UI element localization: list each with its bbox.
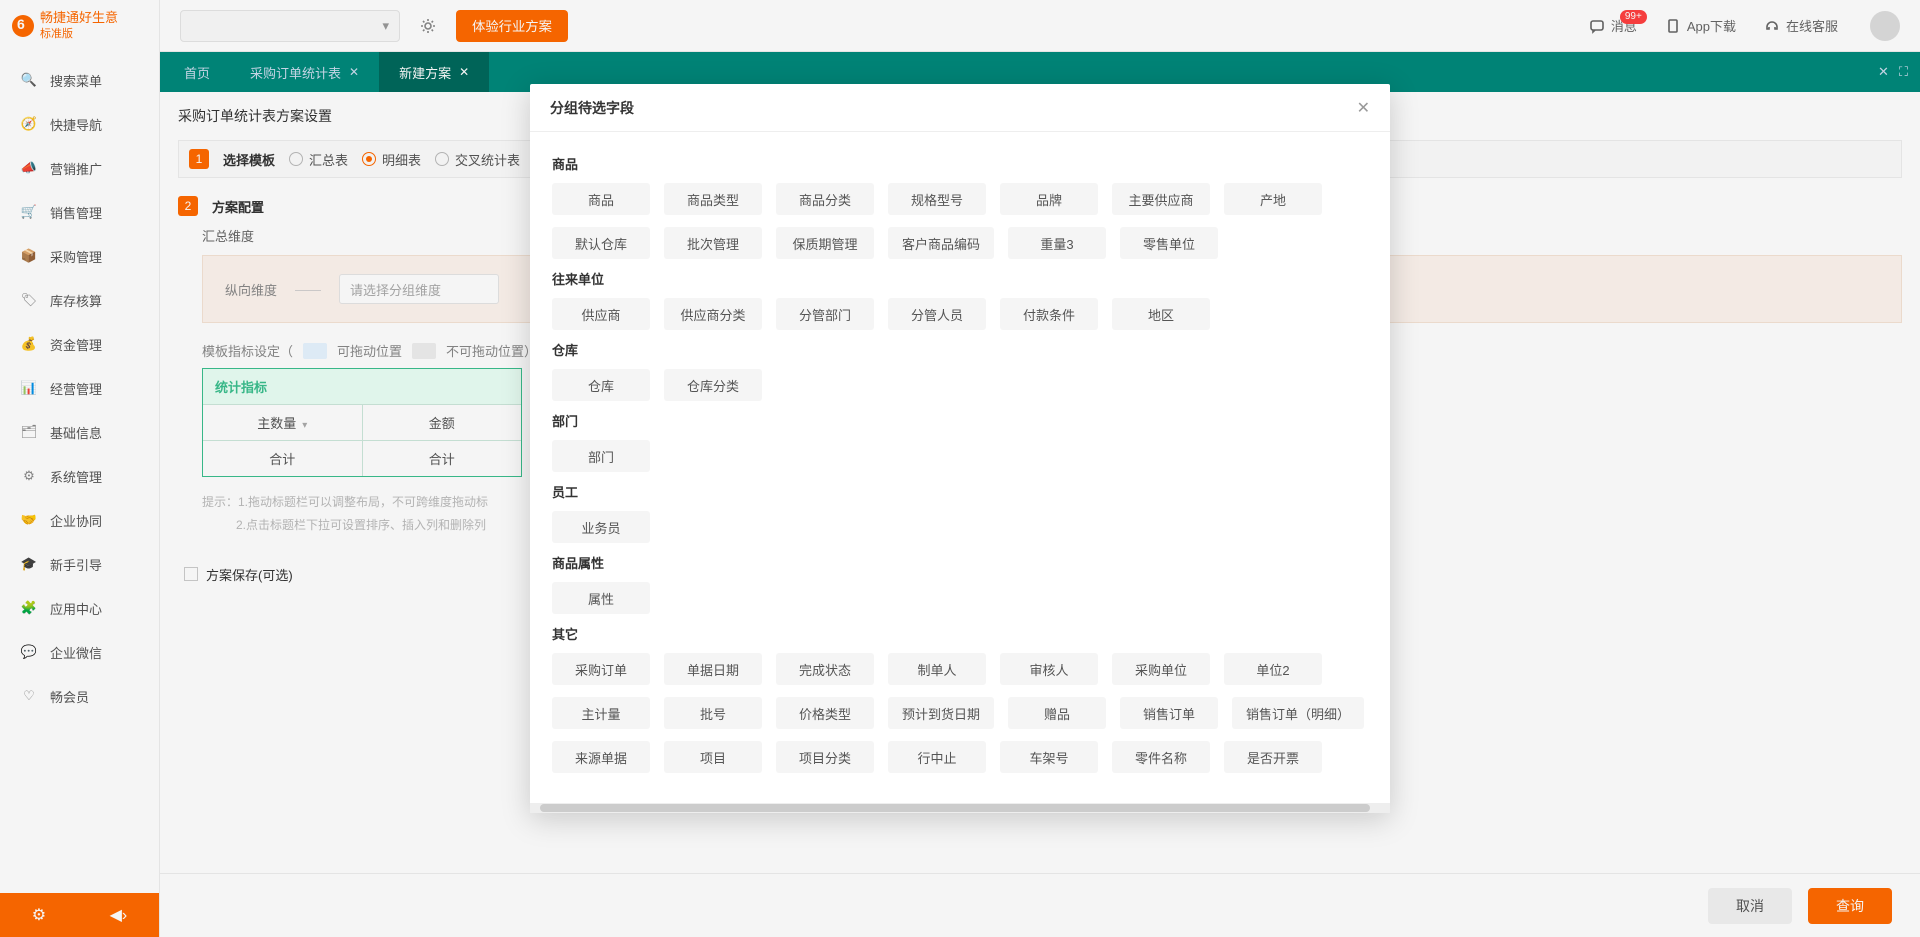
group-title: 往来单位 — [552, 269, 1368, 288]
field-chip[interactable]: 客户商品编码 — [888, 227, 994, 259]
horizontal-scrollbar[interactable] — [530, 803, 1390, 813]
field-group: 商品属性属性 — [552, 553, 1368, 614]
field-chip[interactable]: 项目分类 — [776, 741, 874, 773]
field-chip[interactable]: 仓库分类 — [664, 369, 762, 401]
field-chip[interactable]: 默认仓库 — [552, 227, 650, 259]
field-chip[interactable]: 审核人 — [1000, 653, 1098, 685]
field-group: 商品商品商品类型商品分类规格型号品牌主要供应商产地默认仓库批次管理保质期管理客户… — [552, 154, 1368, 259]
field-chip[interactable]: 销售订单（明细） — [1232, 697, 1364, 729]
field-chip[interactable]: 行中止 — [888, 741, 986, 773]
modal-header: 分组待选字段 ✕ — [530, 84, 1390, 132]
field-chip[interactable]: 制单人 — [888, 653, 986, 685]
field-group: 部门部门 — [552, 411, 1368, 472]
field-chip[interactable]: 商品 — [552, 183, 650, 215]
group-title: 仓库 — [552, 340, 1368, 359]
group-title: 其它 — [552, 624, 1368, 643]
field-chip[interactable]: 销售订单 — [1120, 697, 1218, 729]
field-chip[interactable]: 赠品 — [1008, 697, 1106, 729]
field-chip[interactable]: 品牌 — [1000, 183, 1098, 215]
field-chip[interactable]: 产地 — [1224, 183, 1322, 215]
field-chip[interactable]: 单据日期 — [664, 653, 762, 685]
chip-row: 属性 — [552, 582, 1368, 614]
field-chip[interactable]: 是否开票 — [1224, 741, 1322, 773]
chip-row: 供应商供应商分类分管部门分管人员付款条件地区 — [552, 298, 1368, 330]
group-title: 员工 — [552, 482, 1368, 501]
field-chip[interactable]: 付款条件 — [1000, 298, 1098, 330]
field-chip[interactable]: 重量3 — [1008, 227, 1106, 259]
field-chip[interactable]: 采购单位 — [1112, 653, 1210, 685]
field-picker-modal: 分组待选字段 ✕ 商品商品商品类型商品分类规格型号品牌主要供应商产地默认仓库批次… — [530, 84, 1390, 813]
field-chip[interactable]: 保质期管理 — [776, 227, 874, 259]
group-title: 商品 — [552, 154, 1368, 173]
group-title: 商品属性 — [552, 553, 1368, 572]
field-chip[interactable]: 规格型号 — [888, 183, 986, 215]
chip-row: 业务员 — [552, 511, 1368, 543]
field-group: 往来单位供应商供应商分类分管部门分管人员付款条件地区 — [552, 269, 1368, 330]
field-chip[interactable]: 采购订单 — [552, 653, 650, 685]
field-chip[interactable]: 车架号 — [1000, 741, 1098, 773]
field-chip[interactable]: 价格类型 — [776, 697, 874, 729]
field-chip[interactable]: 仓库 — [552, 369, 650, 401]
field-group: 员工业务员 — [552, 482, 1368, 543]
chip-row: 商品商品类型商品分类规格型号品牌主要供应商产地默认仓库批次管理保质期管理客户商品… — [552, 183, 1368, 259]
field-chip[interactable]: 分管部门 — [776, 298, 874, 330]
chip-row: 部门 — [552, 440, 1368, 472]
field-chip[interactable]: 零售单位 — [1120, 227, 1218, 259]
field-chip[interactable]: 零件名称 — [1112, 741, 1210, 773]
modal-body: 商品商品商品类型商品分类规格型号品牌主要供应商产地默认仓库批次管理保质期管理客户… — [530, 132, 1390, 801]
field-chip[interactable]: 商品分类 — [776, 183, 874, 215]
chip-row: 采购订单单据日期完成状态制单人审核人采购单位单位2 主计量批号价格类型预计到货日期… — [552, 653, 1368, 773]
field-chip[interactable]: 业务员 — [552, 511, 650, 543]
field-chip[interactable]: 完成状态 — [776, 653, 874, 685]
field-chip[interactable]: 批次管理 — [664, 227, 762, 259]
field-chip[interactable]: 项目 — [664, 741, 762, 773]
field-chip[interactable]: 单位2 — [1224, 653, 1322, 685]
group-title: 部门 — [552, 411, 1368, 430]
field-chip[interactable]: 预计到货日期 — [888, 697, 994, 729]
field-chip[interactable]: 供应商分类 — [664, 298, 762, 330]
field-chip[interactable]: 商品类型 — [664, 183, 762, 215]
field-chip[interactable]: 部门 — [552, 440, 650, 472]
field-chip[interactable]: 主计量 — [552, 697, 650, 729]
field-chip[interactable]: 供应商 — [552, 298, 650, 330]
field-chip[interactable]: 分管人员 — [888, 298, 986, 330]
field-group: 仓库仓库仓库分类 — [552, 340, 1368, 401]
field-chip[interactable]: 主要供应商 — [1112, 183, 1210, 215]
field-chip[interactable]: 地区 — [1112, 298, 1210, 330]
chip-row: 仓库仓库分类 — [552, 369, 1368, 401]
field-group: 其它采购订单单据日期完成状态制单人审核人采购单位单位2 主计量批号价格类型预计到货… — [552, 624, 1368, 773]
modal-close-button[interactable]: ✕ — [1357, 98, 1370, 118]
field-chip[interactable]: 来源单据 — [552, 741, 650, 773]
modal-backdrop: 分组待选字段 ✕ 商品商品商品类型商品分类规格型号品牌主要供应商产地默认仓库批次… — [0, 0, 1920, 937]
field-chip[interactable]: 批号 — [664, 697, 762, 729]
field-chip[interactable]: 属性 — [552, 582, 650, 614]
modal-title: 分组待选字段 — [550, 98, 634, 118]
